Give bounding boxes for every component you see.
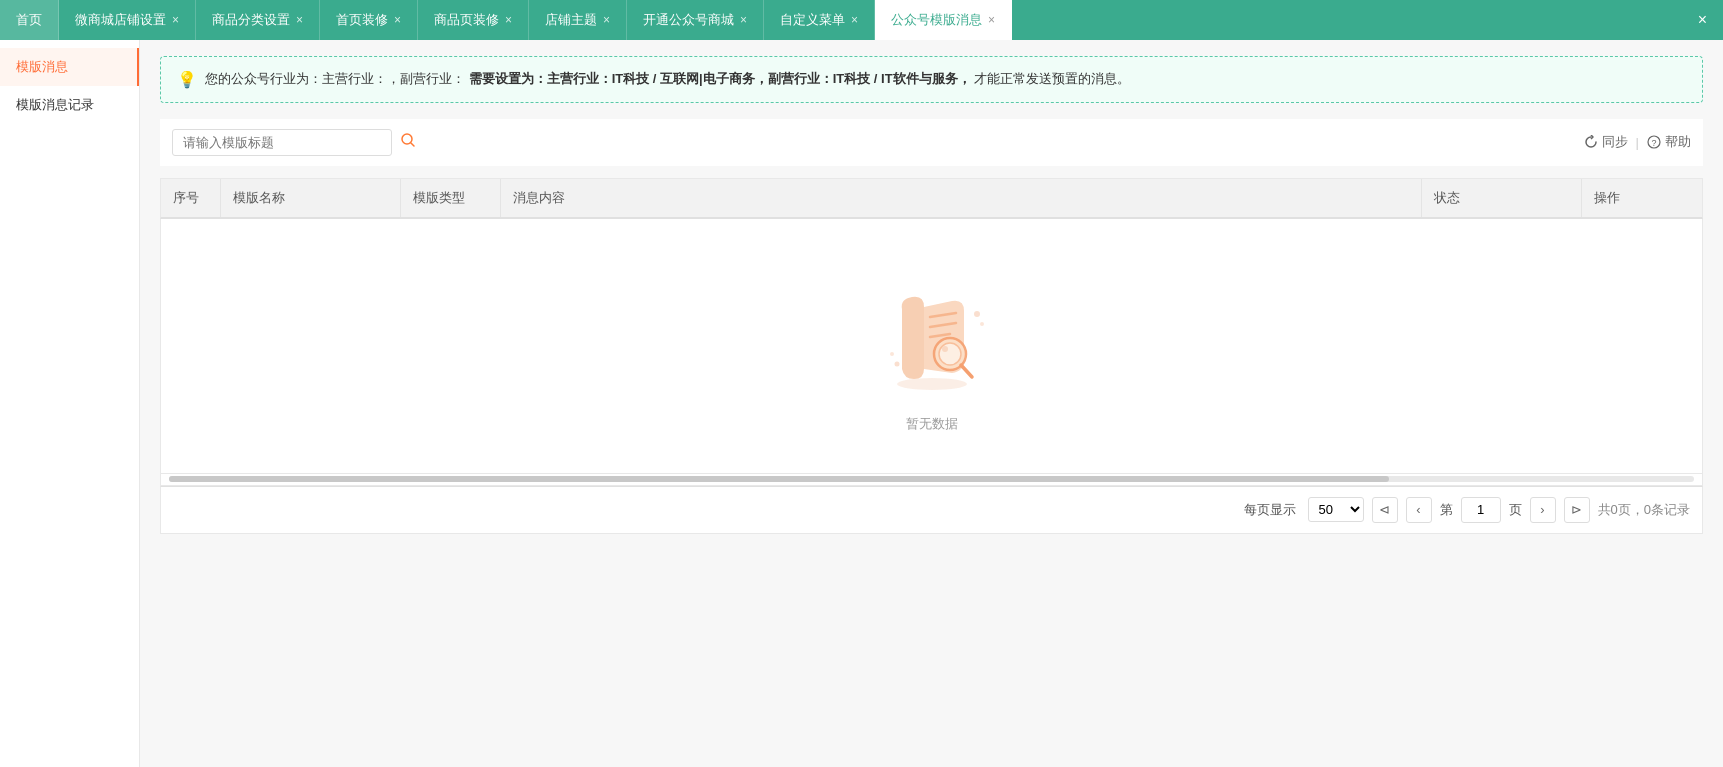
first-page-button[interactable]: ⊲ — [1372, 497, 1398, 523]
svg-point-14 — [894, 361, 899, 366]
search-icon — [400, 132, 416, 148]
tab-open-mall[interactable]: 开通公众号商城 × — [627, 0, 764, 40]
per-page-select[interactable]: 50 10 20 100 — [1308, 497, 1364, 522]
pagination-row: 每页显示 50 10 20 100 ⊲ ‹ 第 页 › ⊳ 共0页，0条记录 — [160, 486, 1703, 534]
search-left — [172, 129, 416, 156]
sidebar-item-template-message[interactable]: 模版消息 — [0, 48, 139, 86]
scrollbar-thumb — [169, 476, 1389, 482]
close-tab-store-theme[interactable]: × — [603, 13, 610, 27]
empty-text: 暂无数据 — [906, 415, 958, 433]
tab-wechat-store[interactable]: 微商城店铺设置 × — [59, 0, 196, 40]
tab-home-decor[interactable]: 首页装修 × — [320, 0, 418, 40]
close-tab-custom-menu[interactable]: × — [851, 13, 858, 27]
page-number-input[interactable] — [1461, 497, 1501, 523]
svg-line-1 — [411, 143, 414, 146]
sidebar: 模版消息 模版消息记录 — [0, 40, 140, 767]
svg-point-4 — [897, 378, 967, 390]
last-page-button[interactable]: ⊳ — [1564, 497, 1590, 523]
help-button[interactable]: ? 帮助 — [1647, 133, 1691, 151]
tab-bar: 首页 微商城店铺设置 × 商品分类设置 × 首页装修 × 商品页装修 × 店铺主… — [0, 0, 1723, 40]
tab-template-msg[interactable]: 公众号模版消息 × — [875, 0, 1012, 40]
total-info: 共0页，0条记录 — [1598, 501, 1690, 519]
th-index: 序号 — [161, 179, 221, 217]
close-tab-product-category[interactable]: × — [296, 13, 303, 27]
search-row: 同步 | ? 帮助 — [160, 119, 1703, 166]
notice-text: 您的公众号行业为：主营行业：，副营行业： 需要设置为：主营行业：IT科技 / 互… — [205, 69, 1686, 90]
close-tab-wechat-store[interactable]: × — [172, 13, 179, 27]
svg-point-13 — [980, 322, 984, 326]
close-tab-home-decor[interactable]: × — [394, 13, 401, 27]
svg-line-10 — [961, 365, 972, 377]
table-header: 序号 模版名称 模版类型 消息内容 状态 操作 — [160, 178, 1703, 219]
main-layout: 模版消息 模版消息记录 💡 您的公众号行业为：主营行业：，副营行业： 需要设置为… — [0, 40, 1723, 767]
notice-icon: 💡 — [177, 70, 197, 89]
scrollbar-row[interactable] — [160, 474, 1703, 486]
tab-home[interactable]: 首页 — [0, 0, 59, 40]
svg-point-9 — [939, 343, 961, 365]
page-unit: 页 — [1509, 501, 1522, 519]
th-content: 消息内容 — [501, 179, 1422, 217]
help-icon: ? — [1647, 135, 1661, 149]
prev-page-button[interactable]: ‹ — [1406, 497, 1432, 523]
table-container: 序号 模版名称 模版类型 消息内容 状态 操作 — [160, 178, 1703, 534]
svg-point-12 — [974, 311, 980, 317]
per-page-label: 每页显示 — [1244, 501, 1296, 519]
svg-text:?: ? — [1652, 138, 1657, 148]
svg-point-15 — [890, 352, 894, 356]
notice-box: 💡 您的公众号行业为：主营行业：，副营行业： 需要设置为：主营行业：IT科技 /… — [160, 56, 1703, 103]
close-all-tabs-button[interactable]: × — [1682, 11, 1723, 29]
svg-point-11 — [942, 346, 948, 352]
th-type: 模版类型 — [401, 179, 501, 217]
search-right: 同步 | ? 帮助 — [1584, 133, 1691, 151]
tab-product-category[interactable]: 商品分类设置 × — [196, 0, 320, 40]
close-tab-template-msg[interactable]: × — [988, 13, 995, 27]
sync-button[interactable]: 同步 — [1584, 133, 1628, 151]
tab-store-theme[interactable]: 店铺主题 × — [529, 0, 627, 40]
th-action: 操作 — [1582, 179, 1702, 217]
tab-product-page[interactable]: 商品页装修 × — [418, 0, 529, 40]
empty-state: 暂无数据 — [160, 219, 1703, 474]
th-name: 模版名称 — [221, 179, 401, 217]
divider: | — [1636, 135, 1639, 150]
sync-icon — [1584, 135, 1598, 149]
next-page-button[interactable]: › — [1530, 497, 1556, 523]
tab-custom-menu[interactable]: 自定义菜单 × — [764, 0, 875, 40]
search-button[interactable] — [400, 132, 416, 152]
search-input[interactable] — [172, 129, 392, 156]
close-tab-open-mall[interactable]: × — [740, 13, 747, 27]
sidebar-item-template-record[interactable]: 模版消息记录 — [0, 86, 139, 124]
scrollbar-track — [169, 476, 1694, 482]
content-area: 💡 您的公众号行业为：主营行业：，副营行业： 需要设置为：主营行业：IT科技 /… — [140, 40, 1723, 767]
page-label: 第 — [1440, 501, 1453, 519]
close-tab-product-page[interactable]: × — [505, 13, 512, 27]
th-status: 状态 — [1422, 179, 1582, 217]
empty-illustration — [872, 279, 992, 399]
